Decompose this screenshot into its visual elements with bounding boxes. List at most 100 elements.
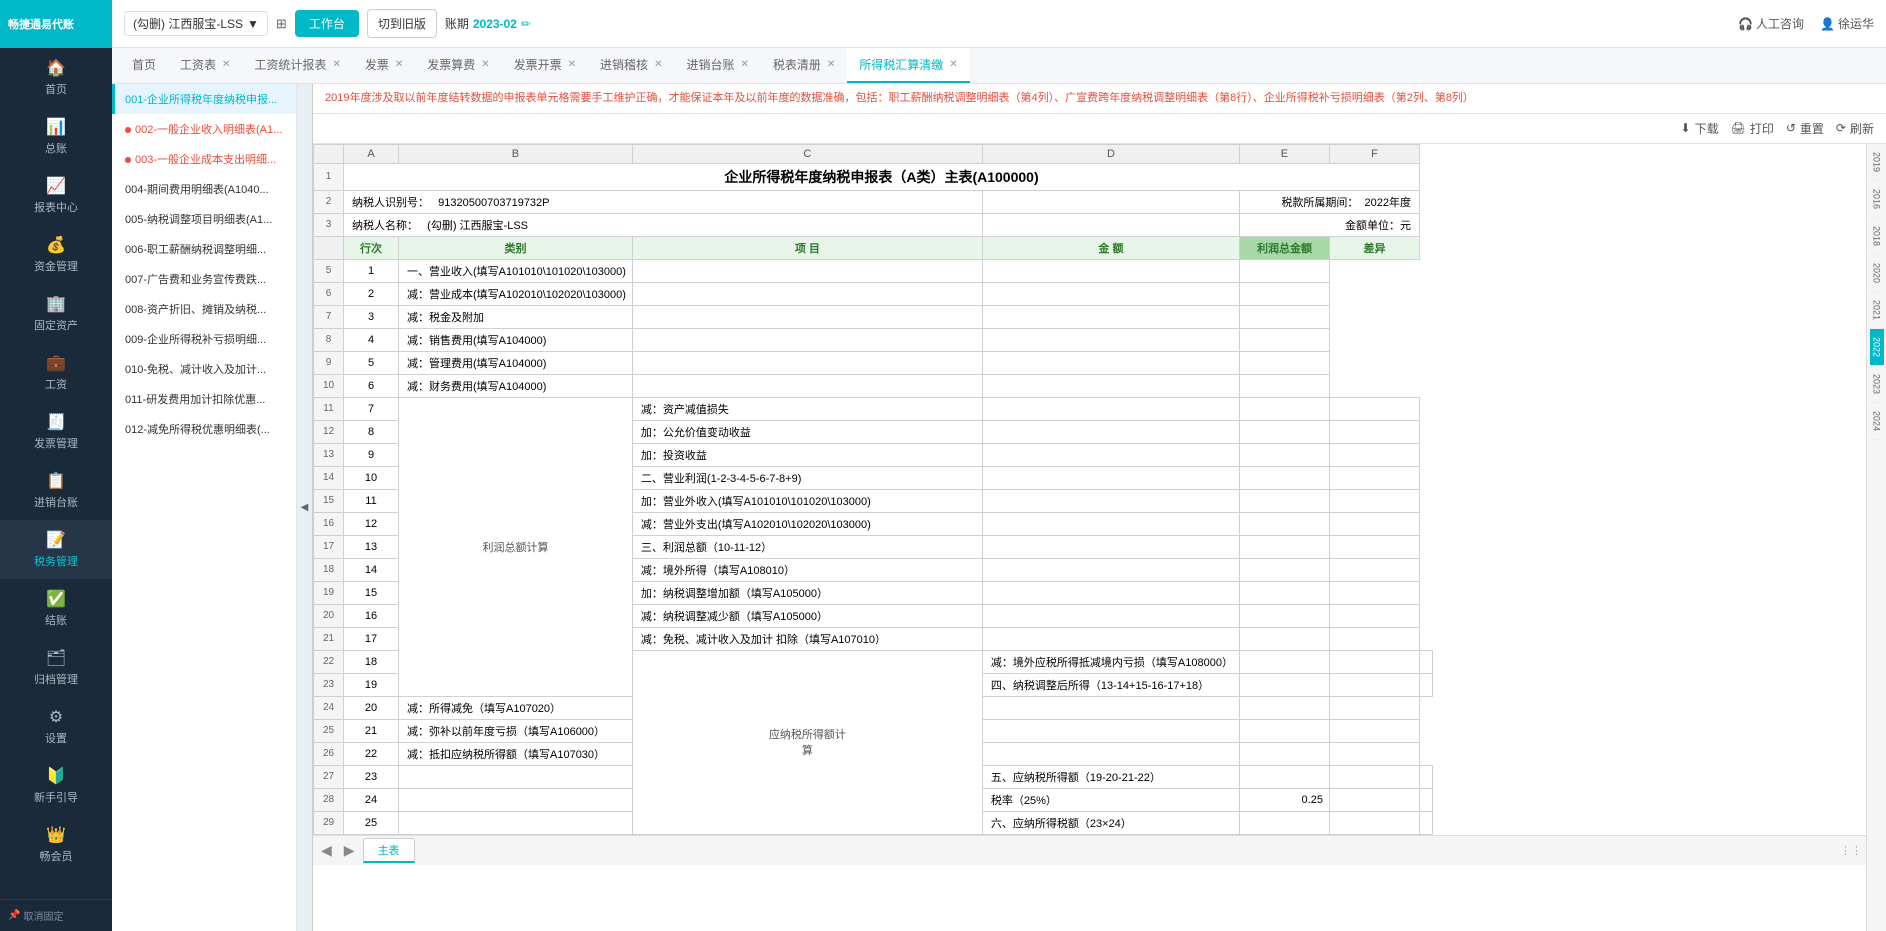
amount-cell[interactable]	[1239, 765, 1329, 788]
profit-cell[interactable]	[1239, 604, 1329, 627]
item-cell[interactable]: 减：销售费用(填写A104000)	[399, 328, 633, 351]
form-list-item-003[interactable]: 003-一般企业成本支出明细...	[112, 144, 296, 174]
profit-cell[interactable]	[1239, 719, 1329, 742]
year-item-2024[interactable]: 2024	[1870, 403, 1884, 440]
form-list-item-012[interactable]: 012-减免所得税优惠明细表(...	[112, 414, 296, 444]
sidebar-item-settings[interactable]: ⚙设置	[0, 697, 112, 756]
profit-cell[interactable]	[1239, 489, 1329, 512]
difference-cell[interactable]	[1329, 558, 1419, 581]
profit-cell[interactable]	[1329, 650, 1419, 673]
amount-cell[interactable]	[982, 558, 1239, 581]
item-cell[interactable]: 减：免税、减计收入及加计 扣除（填写A107010）	[632, 627, 982, 650]
download-btn[interactable]: ⬇ 下载	[1681, 120, 1719, 137]
workarea-button[interactable]: 工作台	[295, 10, 359, 37]
item-cell[interactable]: 减：资产减值损失	[632, 397, 982, 420]
difference-cell[interactable]	[1419, 788, 1432, 811]
item-cell[interactable]: 三、利润总额（10-11-12）	[632, 535, 982, 558]
profit-cell[interactable]	[1329, 673, 1419, 696]
profit-cell[interactable]	[982, 282, 1239, 305]
year-item-2020[interactable]: 2020	[1870, 255, 1884, 292]
amount-cell[interactable]	[982, 696, 1239, 719]
table-row[interactable]: 62减：营业成本(填写A102010\102020\103000)	[314, 282, 1433, 305]
item-cell[interactable]: 减：抵扣应纳税所得额（填写A107030）	[399, 742, 633, 765]
sidebar-item-invoice[interactable]: 🧾发票管理	[0, 402, 112, 461]
profit-cell[interactable]	[1239, 742, 1329, 765]
table-row[interactable]: 73减：税金及附加	[314, 305, 1433, 328]
form-list-item-009[interactable]: 009-企业所得税补亏损明细...	[112, 324, 296, 354]
tab-invoice_open[interactable]: 发票开票✕	[502, 48, 588, 83]
year-item-2022[interactable]: 2022	[1870, 329, 1884, 366]
difference-cell[interactable]	[1329, 581, 1419, 604]
profit-cell[interactable]	[1239, 397, 1329, 420]
year-item-2016[interactable]: 2016	[1870, 181, 1884, 218]
amount-cell[interactable]	[632, 328, 982, 351]
item-cell[interactable]: 减：财务费用(填写A104000)	[399, 374, 633, 397]
year-item-2018[interactable]: 2018	[1870, 218, 1884, 255]
sidebar-item-tax[interactable]: 📝税务管理	[0, 520, 112, 579]
tab-home[interactable]: 首页	[120, 48, 168, 83]
item-cell[interactable]: 减：境外应税所得抵减境内亏损（填写A108000）	[982, 650, 1239, 673]
item-cell[interactable]: 六、应纳所得税额（23×24）	[982, 811, 1239, 834]
sheet-tab-main[interactable]: 主表	[363, 838, 415, 863]
difference-cell[interactable]	[1329, 489, 1419, 512]
amount-cell[interactable]	[632, 305, 982, 328]
tab-income_tax[interactable]: 所得税汇算清缴✕	[847, 48, 969, 83]
difference-cell[interactable]	[1239, 259, 1329, 282]
item-cell[interactable]: 四、纳税调整后所得（13-14+15-16-17+18）	[982, 673, 1239, 696]
item-cell[interactable]: 加：营业外收入(填写A101010\101020\103000)	[632, 489, 982, 512]
profit-cell[interactable]	[1239, 535, 1329, 558]
year-item-2023[interactable]: 2023	[1870, 366, 1884, 403]
tab-close-icon[interactable]: ✕	[654, 59, 662, 70]
sidebar-item-capital[interactable]: 💰资金管理	[0, 225, 112, 284]
sheet-prev-btn[interactable]: ◀	[317, 842, 336, 859]
sidebar-item-settle[interactable]: ✅结账	[0, 579, 112, 638]
profit-cell[interactable]	[1239, 581, 1329, 604]
amount-cell[interactable]	[982, 581, 1239, 604]
form-list-item-007[interactable]: 007-广告费和业务宣传费跌...	[112, 264, 296, 294]
table-row[interactable]: 106减：财务费用(填写A104000)	[314, 374, 1433, 397]
sidebar-item-guide[interactable]: 🔰新手引导	[0, 756, 112, 815]
difference-cell[interactable]	[1329, 466, 1419, 489]
table-row[interactable]: 117利润总额计算减：资产减值损失	[314, 397, 1433, 420]
tab-close-icon[interactable]: ✕	[332, 59, 340, 70]
sidebar-item-asset[interactable]: 🏢固定资产	[0, 284, 112, 343]
difference-cell[interactable]	[1239, 374, 1329, 397]
form-list-item-005[interactable]: 005-纳税调整项目明细表(A1...	[112, 204, 296, 234]
tab-close-icon[interactable]: ✕	[222, 59, 230, 70]
profit-cell[interactable]	[1239, 420, 1329, 443]
profit-cell[interactable]	[1239, 558, 1329, 581]
item-cell[interactable]: 减：营业成本(填写A102010\102020\103000)	[399, 282, 633, 305]
amount-cell[interactable]	[1239, 811, 1329, 834]
form-list-item-001[interactable]: 001-企业所得税年度纳税申报...	[112, 84, 296, 114]
amount-cell[interactable]	[632, 374, 982, 397]
form-list-item-006[interactable]: 006-职工薪酬纳税调整明细...	[112, 234, 296, 264]
item-cell[interactable]: 减：税金及附加	[399, 305, 633, 328]
profit-cell[interactable]	[1239, 627, 1329, 650]
difference-cell[interactable]	[1419, 673, 1432, 696]
difference-cell[interactable]	[1239, 282, 1329, 305]
tab-salary[interactable]: 工资表✕	[168, 48, 242, 83]
item-cell[interactable]: 减：管理费用(填写A104000)	[399, 351, 633, 374]
item-cell[interactable]: 加：公允价值变动收益	[632, 420, 982, 443]
amount-cell[interactable]	[982, 604, 1239, 627]
sidebar-item-member[interactable]: 👑畅会员	[0, 815, 112, 874]
item-cell[interactable]: 税率（25%）	[982, 788, 1239, 811]
profit-cell[interactable]	[1239, 443, 1329, 466]
sidebar-item-sales[interactable]: 📋进销台账	[0, 461, 112, 520]
customer-service-btn[interactable]: 🎧 人工咨询	[1738, 15, 1804, 32]
tab-close-icon[interactable]: ✕	[481, 59, 489, 70]
difference-cell[interactable]	[1239, 305, 1329, 328]
amount-cell[interactable]	[982, 443, 1239, 466]
company-selector[interactable]: (勾删) 江西服宝-LSS ▼	[124, 11, 268, 36]
tab-close-icon[interactable]: ✕	[949, 59, 957, 70]
form-list-item-004[interactable]: 004-期间费用明细表(A1040...	[112, 174, 296, 204]
difference-cell[interactable]	[1419, 811, 1432, 834]
tab-close-icon[interactable]: ✕	[395, 59, 403, 70]
profit-cell[interactable]	[1239, 466, 1329, 489]
amount-cell[interactable]	[982, 535, 1239, 558]
item-cell[interactable]: 减：弥补以前年度亏损（填写A106000）	[399, 719, 633, 742]
sheet-next-btn[interactable]: ▶	[340, 842, 359, 859]
profit-cell[interactable]	[1239, 512, 1329, 535]
tab-invoice[interactable]: 发票✕	[353, 48, 415, 83]
sidebar-item-home[interactable]: 🏠首页	[0, 48, 112, 107]
